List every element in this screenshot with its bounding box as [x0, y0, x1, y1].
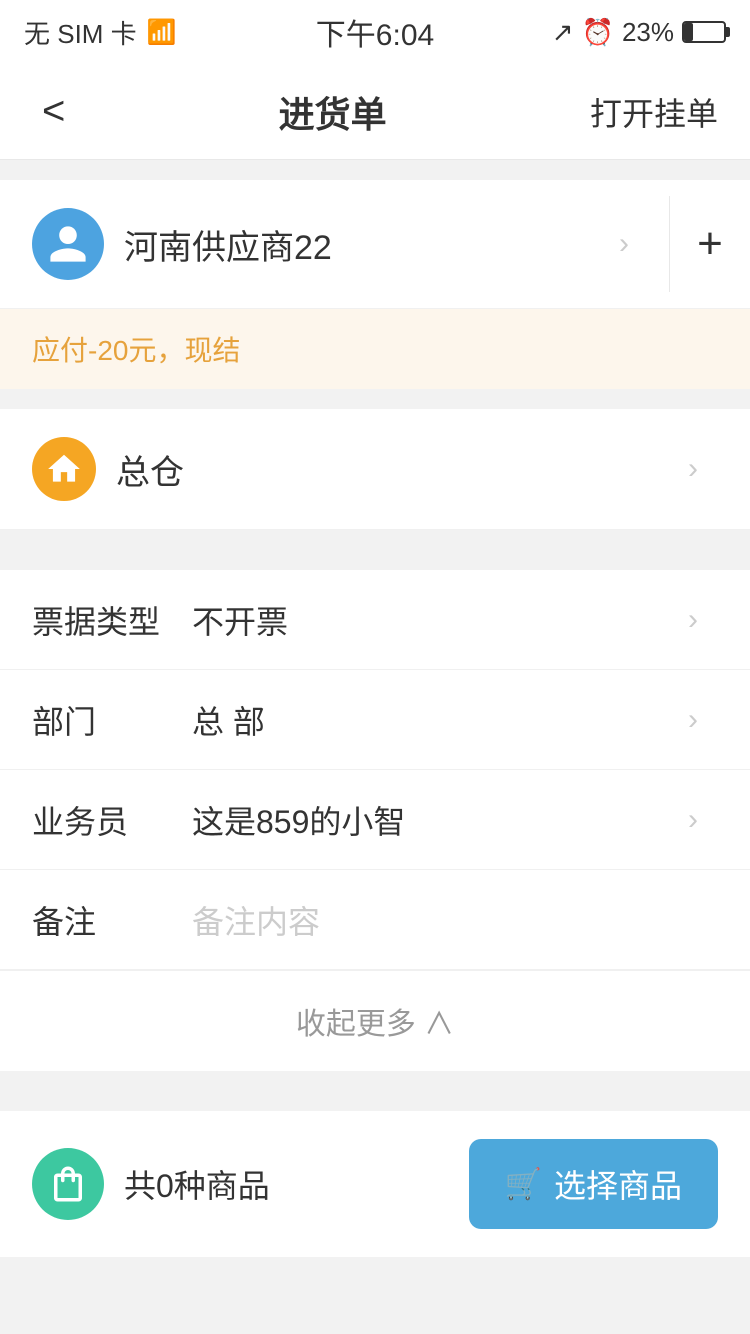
notice-text: 应付-20元，现结 [32, 335, 240, 366]
salesperson-arrow: › [688, 803, 698, 837]
back-button[interactable]: < [32, 79, 75, 144]
warehouse-icon [32, 437, 96, 501]
warehouse-name: 总仓 [116, 445, 688, 494]
battery-bar [682, 21, 726, 43]
supplier-section: 河南供应商22›+ 应付-20元，现结 [0, 180, 750, 389]
form-section: 票据类型 不开票 › 部门 总 部 › 业务员 这是859的小智 › 备注 备注… [0, 570, 750, 1071]
home-icon [45, 450, 83, 488]
status-bar: 无 SIM 卡 📶 下午6:04 ↗ ⏰ 23% [0, 0, 750, 64]
page-title: 进货单 [279, 86, 387, 138]
supplier-name: 河南供应商22 [124, 220, 619, 269]
top-divider [0, 160, 750, 180]
alarm-icon: ⏰ [582, 17, 614, 48]
select-product-label: 选择商品 [554, 1161, 682, 1207]
notice-bar: 应付-20元，现结 [0, 309, 750, 389]
invoice-type-value: 不开票 [192, 597, 688, 643]
battery-text: 23% [622, 17, 674, 48]
person-icon [46, 222, 90, 266]
mid-divider-1 [0, 389, 750, 409]
salesperson-row[interactable]: 业务员 这是859的小智 › [0, 770, 750, 870]
invoice-type-row[interactable]: 票据类型 不开票 › [0, 570, 750, 670]
add-supplier-button[interactable]: + [670, 180, 750, 308]
status-right: ↗ ⏰ 23% [552, 17, 726, 48]
product-section: 共0种商品 🛒 选择商品 [0, 1111, 750, 1257]
department-row[interactable]: 部门 总 部 › [0, 670, 750, 770]
product-count-label: 共0种商品 [124, 1161, 469, 1207]
remark-label: 备注 [32, 897, 192, 943]
status-left: 无 SIM 卡 📶 [24, 14, 177, 51]
open-pending-button[interactable]: 打开挂单 [590, 89, 718, 135]
mid-divider-2 [0, 530, 750, 550]
select-product-icon: 🛒 [505, 1167, 542, 1202]
location-icon: ↗ [552, 17, 574, 48]
salesperson-label: 业务员 [32, 797, 192, 843]
select-product-button[interactable]: 🛒 选择商品 [469, 1139, 718, 1229]
supplier-select-area[interactable]: 河南供应商22› [0, 180, 669, 308]
mid-divider-3 [0, 1071, 750, 1091]
remark-input[interactable]: 备注内容 [192, 897, 718, 943]
shopping-bag-icon [47, 1163, 89, 1205]
department-label: 部门 [32, 697, 192, 743]
product-icon-circle [32, 1148, 104, 1220]
warehouse-row[interactable]: 总仓 › [0, 409, 750, 530]
department-value: 总 部 [192, 697, 688, 743]
battery-fill [684, 23, 693, 41]
page-container: 无 SIM 卡 📶 下午6:04 ↗ ⏰ 23% < 进货单 打开挂单 河南供应… [0, 0, 750, 1334]
collapse-button[interactable]: 收起更多 ∧ [0, 970, 750, 1071]
carrier-text: 无 SIM 卡 [24, 14, 137, 51]
invoice-type-arrow: › [688, 603, 698, 637]
warehouse-arrow-icon: › [688, 452, 698, 486]
nav-bar: < 进货单 打开挂单 [0, 64, 750, 160]
warehouse-section: 总仓 › [0, 409, 750, 530]
status-time: 下午6:04 [316, 10, 434, 54]
remark-row[interactable]: 备注 备注内容 [0, 870, 750, 970]
salesperson-value: 这是859的小智 [192, 797, 688, 843]
wifi-icon: 📶 [147, 18, 177, 47]
department-arrow: › [688, 703, 698, 737]
supplier-avatar [32, 208, 104, 280]
invoice-type-label: 票据类型 [32, 597, 192, 643]
supplier-arrow-icon: › [619, 227, 629, 261]
collapse-label: 收起更多 ∧ [296, 1008, 454, 1041]
